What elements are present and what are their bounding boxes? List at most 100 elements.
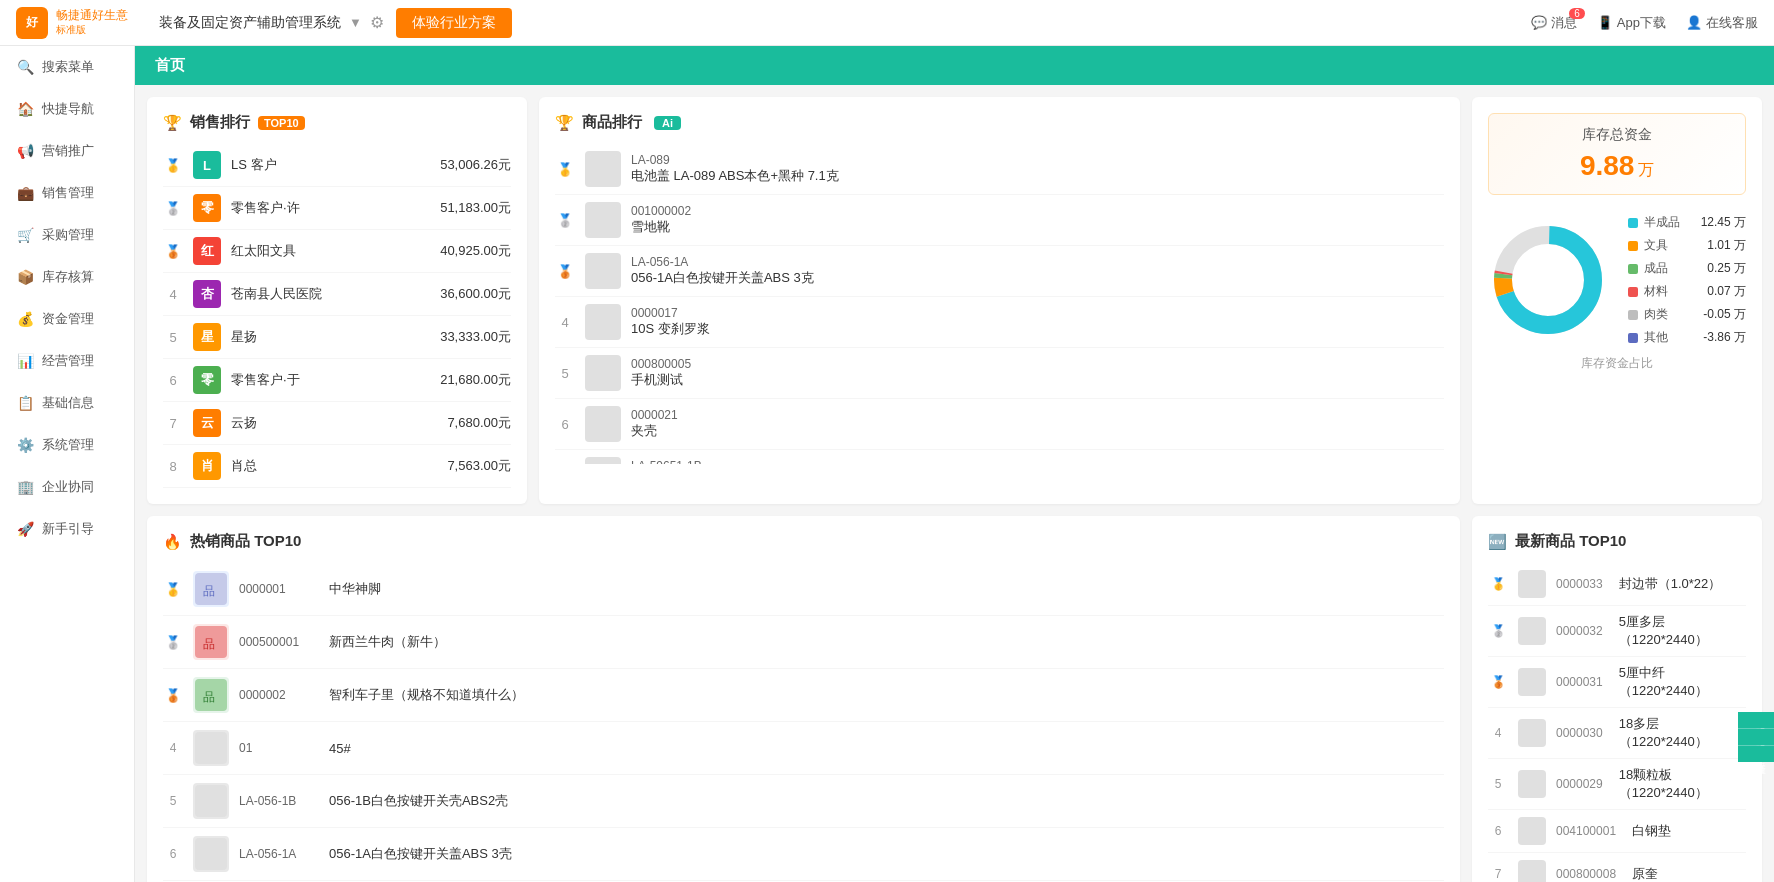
- bp-name-6: 夹壳: [631, 422, 1444, 440]
- legend-label-1: 半成品: [1644, 214, 1695, 231]
- newest-products-title: 🆕 最新商品 TOP10: [1488, 532, 1746, 551]
- hot-thumb-2: 品: [193, 624, 229, 660]
- hot-code-5: LA-056-1B: [239, 794, 319, 808]
- newest-code-7: 000800008: [1556, 867, 1616, 881]
- hot-name-4: 45#: [329, 741, 351, 756]
- best-product-list: 🥇 LA-089 电池盖 LA-089 ABS本色+黑种 7.1克 🥈: [555, 144, 1444, 464]
- sidebar-item-corp[interactable]: 🏢 企业协同: [0, 466, 134, 508]
- bp-info-5: 000800005 手机测试: [631, 357, 1444, 389]
- hot-item-5: 5 LA-056-1B 056-1B白色按键开关壳ABS2壳: [163, 775, 1444, 828]
- rank-num-2: 🥈: [163, 201, 183, 216]
- rank-num-4: 4: [163, 287, 183, 302]
- legend-label-4: 材料: [1644, 283, 1701, 300]
- newest-item-3: 🥉 0000031 5厘中纤（1220*2440）: [1488, 657, 1746, 708]
- sidebar-item-operation[interactable]: 📊 经营管理: [0, 340, 134, 382]
- sidebar-item-marketing[interactable]: 📢 营销推广: [0, 130, 134, 172]
- bp-thumb-1: [585, 151, 621, 187]
- customer-rank-card: 🏆 销售排行 TOP10 🥇 L LS 客户 53,006.26元 🥈 零 零售…: [147, 97, 527, 504]
- best-product-3: 🥉 LA-056-1A 056-1A白色按键开关盖ABS 3克: [555, 246, 1444, 297]
- try-button[interactable]: 体验行业方案: [396, 8, 512, 38]
- newest-item-7: 7 000800008 原奎: [1488, 853, 1746, 882]
- chart-legend: 半成品 12.45 万 文具 1.01 万 成品 0.25 万: [1628, 211, 1746, 349]
- hot-name-6: 056-1A白色按键开关盖ABS 3壳: [329, 845, 512, 863]
- sidebar-item-purchase[interactable]: 🛒 采购管理: [0, 214, 134, 256]
- rank-value-1: 53,006.26元: [440, 156, 511, 174]
- newest-thumb-2: [1518, 617, 1546, 645]
- svg-rect-6: [589, 461, 617, 464]
- float-live-btn[interactable]: 直播: [1738, 746, 1774, 762]
- newest-item-6: 6 004100001 白钢垫: [1488, 810, 1746, 853]
- svg-rect-5: [589, 410, 617, 438]
- legend-value-5: -0.05 万: [1703, 306, 1746, 323]
- newest-code-5: 0000029: [1556, 777, 1603, 791]
- bp-name-3: 056-1A白色按键开关盖ABS 3克: [631, 269, 1444, 287]
- sidebar-item-finance[interactable]: 💰 资金管理: [0, 298, 134, 340]
- newest-code-4: 0000030: [1556, 726, 1603, 740]
- message-item[interactable]: 💬 消息 6: [1531, 14, 1577, 32]
- sales-icon: 💼: [16, 184, 34, 202]
- logo-icon: 好: [16, 7, 48, 39]
- newest-rank-6: 6: [1488, 824, 1508, 838]
- bp-thumb-3: [585, 253, 621, 289]
- best-product-card: 🏆 商品排行 Ai 🥇 LA-089 电池盖 LA-089 ABS本色+黑种 7…: [539, 97, 1460, 504]
- avatar-6: 零: [193, 366, 221, 394]
- rank-name-2: 零售客户·许: [231, 199, 430, 217]
- hot-products-title: 🔥 热销商品 TOP10: [163, 532, 1444, 551]
- rank-name-4: 苍南县人民医院: [231, 285, 430, 303]
- newest-rank-1: 🥇: [1488, 577, 1508, 591]
- sidebar-item-search[interactable]: 🔍 搜索菜单: [0, 46, 134, 88]
- system-selector[interactable]: 装备及固定资产辅助管理系统 ▼: [159, 14, 362, 32]
- gear-icon[interactable]: ⚙: [370, 13, 384, 32]
- bp-code-7: LA-59651-1B: [631, 459, 1444, 464]
- sidebar: 🔍 搜索菜单 🏠 快捷导航 📢 营销推广 💼 销售管理 🛒 采购管理 📦 库存核…: [0, 46, 135, 882]
- svg-rect-4: [589, 359, 617, 387]
- search-icon: 🔍: [16, 58, 34, 76]
- sidebar-item-inventory[interactable]: 📦 库存核算: [0, 256, 134, 298]
- newest-products-list: 🥇 0000033 封边带（1.0*22） 🥈 0000032 5厘多层（122…: [1488, 563, 1746, 882]
- best-product-4: 4 0000017 10S 变刹罗浆: [555, 297, 1444, 348]
- rank-value-5: 33,333.00元: [440, 328, 511, 346]
- bp-name-2: 雪地靴: [631, 218, 1444, 236]
- sidebar-item-system[interactable]: ⚙️ 系统管理: [0, 424, 134, 466]
- bp-thumb-7: [585, 457, 621, 464]
- rank-item-5: 5 星 星扬 33,333.00元: [163, 316, 511, 359]
- dropdown-arrow-icon[interactable]: ▼: [349, 15, 362, 30]
- newest-code-2: 0000032: [1556, 624, 1603, 638]
- legend-label-5: 肉类: [1644, 306, 1697, 323]
- sidebar-item-sales[interactable]: 💼 销售管理: [0, 172, 134, 214]
- bp-name-4: 10S 变刹罗浆: [631, 320, 1444, 338]
- legend-dot-5: [1628, 310, 1638, 320]
- hot-name-5: 056-1B白色按键开关壳ABS2壳: [329, 792, 508, 810]
- legend-label-2: 文具: [1644, 237, 1701, 254]
- legend-item-4: 材料 0.07 万: [1628, 280, 1746, 303]
- newest-rank-4: 4: [1488, 726, 1508, 740]
- purchase-icon: 🛒: [16, 226, 34, 244]
- float-service-btn[interactable]: 客服热线: [1738, 712, 1774, 729]
- marketing-icon: 📢: [16, 142, 34, 160]
- rank-item-6: 6 零 零售客户·于 21,680.00元: [163, 359, 511, 402]
- legend-value-6: -3.86 万: [1703, 329, 1746, 346]
- rank-value-3: 40,925.00元: [440, 242, 511, 260]
- inventory-card: 库存总资金 9.88 万: [1472, 97, 1762, 504]
- hot-thumb-4: [193, 730, 229, 766]
- rank-item-4: 4 杏 苍南县人民医院 36,600.00元: [163, 273, 511, 316]
- float-community-btn[interactable]: 服务社区: [1738, 729, 1774, 746]
- app-download-item[interactable]: 📱 App下载: [1597, 14, 1666, 32]
- hot-code-3: 0000002: [239, 688, 319, 702]
- sidebar-item-basic[interactable]: 📋 基础信息: [0, 382, 134, 424]
- inventory-unit: 万: [1638, 161, 1654, 178]
- sidebar-label-finance: 资金管理: [42, 310, 94, 328]
- rank-name-7: 云扬: [231, 414, 437, 432]
- hot-code-2: 000500001: [239, 635, 319, 649]
- svg-rect-0: [589, 155, 617, 183]
- rank-value-2: 51,183.00元: [440, 199, 511, 217]
- svg-rect-27: [1520, 721, 1544, 745]
- bp-rank-3: 🥉: [555, 264, 575, 279]
- sidebar-item-nav[interactable]: 🏠 快捷导航: [0, 88, 134, 130]
- service-item[interactable]: 👤 在线客服: [1686, 14, 1758, 32]
- sidebar-item-guide[interactable]: 🚀 新手引导: [0, 508, 134, 550]
- hot-item-2: 🥈 品 000500001 新西兰牛肉（新牛）: [163, 616, 1444, 669]
- hot-thumb-6: [193, 836, 229, 872]
- bp-info-7: LA-59651-1B 59651-1B旋转投影灯电池盒ABS黑色+58克: [631, 459, 1444, 464]
- home-icon: 🏠: [16, 100, 34, 118]
